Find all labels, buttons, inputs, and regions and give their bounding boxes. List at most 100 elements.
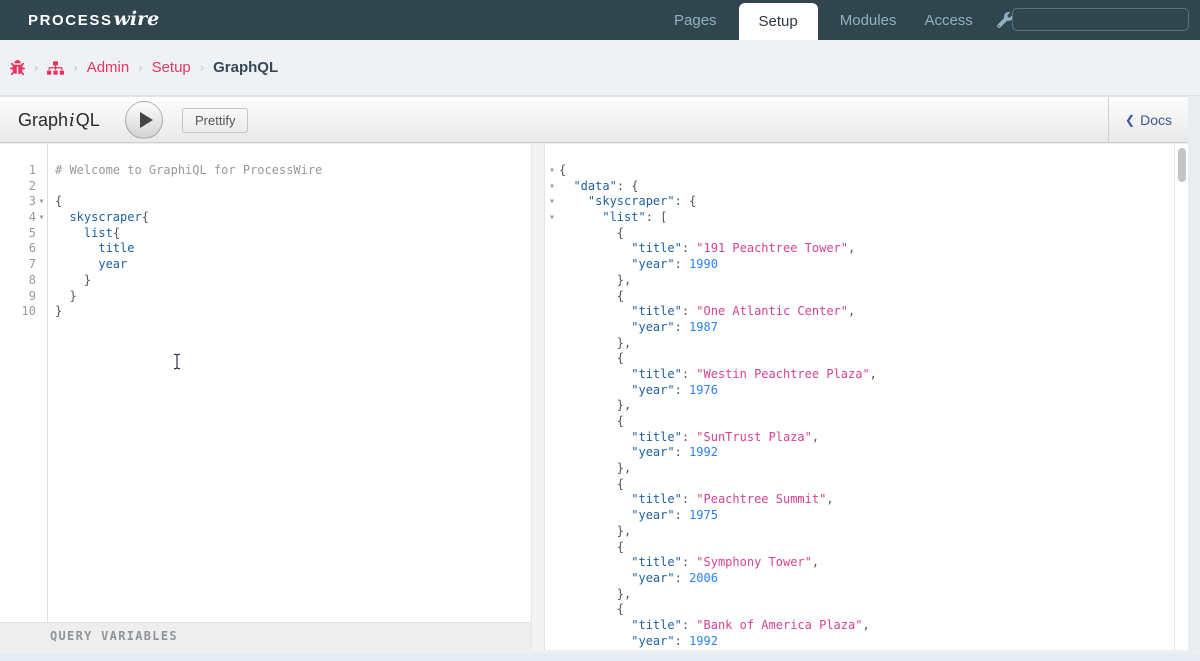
fold-toggle-icon[interactable]: ▾ <box>36 194 47 210</box>
code-line: { <box>559 226 1174 242</box>
fold-toggle-icon[interactable]: ▾ <box>545 179 559 195</box>
code-line: "year": 1992 <box>559 634 1174 650</box>
graphiql-title-post: QL <box>76 110 100 131</box>
nav-item-modules[interactable]: Modules <box>834 12 903 29</box>
line-number: 7 <box>0 257 36 273</box>
result-viewer-gutter: ▾▾▾▾ <box>545 144 559 650</box>
page: PROCESS wire Pages Setup Modules Access … <box>0 0 1200 661</box>
line-number: 10 <box>0 304 36 320</box>
breadcrumb-separator: › <box>200 60 204 75</box>
fold-gutter-spacer <box>545 461 559 477</box>
fold-gutter-spacer <box>545 587 559 603</box>
fold-gutter-spacer <box>36 226 47 242</box>
breadcrumb-link-setup[interactable]: Setup <box>152 59 191 76</box>
graphiql-toolbar: GraphiQL Prettify ❮ Docs <box>0 96 1188 143</box>
code-line: "year": 1976 <box>559 383 1174 399</box>
docs-toggle-button[interactable]: ❮ Docs <box>1108 97 1188 143</box>
nav-item-setup-active[interactable]: Setup <box>739 3 818 40</box>
fold-gutter-spacer <box>545 367 559 383</box>
fold-gutter-spacer <box>545 320 559 336</box>
code-line: "title": "Bank of America Plaza", <box>559 618 1174 634</box>
execute-query-button[interactable] <box>125 101 163 139</box>
graphiql-title-pre: Graph <box>18 110 68 131</box>
fold-toggle-icon[interactable]: ▾ <box>545 194 559 210</box>
line-number: 9 <box>0 289 36 305</box>
nav-item-pages[interactable]: Pages <box>668 12 723 29</box>
page-background-bottom <box>0 650 1200 661</box>
fold-gutter-spacer <box>36 289 47 305</box>
code-line: } <box>55 304 531 320</box>
code-line: { <box>55 194 531 210</box>
code-line: }, <box>559 461 1174 477</box>
breadcrumb-separator: › <box>34 60 38 75</box>
code-line: }, <box>559 336 1174 352</box>
fold-toggle-icon[interactable]: ▾ <box>545 163 559 179</box>
fold-gutter-spacer <box>545 273 559 289</box>
wrench-icon[interactable] <box>997 12 1013 28</box>
code-line: { <box>559 540 1174 556</box>
fold-gutter-spacer <box>36 304 47 320</box>
code-line: "year": 2006 <box>559 571 1174 587</box>
search-box <box>1012 8 1189 31</box>
code-line: "skyscraper": { <box>559 194 1174 210</box>
fold-gutter-spacer <box>545 430 559 446</box>
fold-gutter-spacer <box>36 179 47 195</box>
processwire-logo[interactable]: PROCESS wire <box>28 0 159 40</box>
query-editor: 123▾4▾5678910 # Welcome to GraphiQL for … <box>0 144 531 650</box>
code-line: }, <box>559 587 1174 603</box>
code-line: list{ <box>55 226 531 242</box>
code-line: { <box>559 477 1174 493</box>
code-line: { <box>559 351 1174 367</box>
fold-gutter-spacer <box>545 351 559 367</box>
page-background-right <box>1188 96 1200 650</box>
fold-gutter-spacer <box>36 163 47 179</box>
graphiql-editors: 123▾4▾5678910 # Welcome to GraphiQL for … <box>0 144 1188 650</box>
line-number: 5 <box>0 226 36 242</box>
breadcrumb-separator: › <box>73 60 77 75</box>
sitemap-icon[interactable] <box>47 61 64 75</box>
admin-nav: Pages Setup Modules Access <box>660 0 1023 40</box>
fold-gutter-spacer <box>545 540 559 556</box>
code-line: "year": 1987 <box>559 320 1174 336</box>
code-line: { <box>559 414 1174 430</box>
query-variables-bar[interactable]: QUERY VARIABLES <box>0 622 531 650</box>
fold-gutter-spacer <box>545 634 559 650</box>
result-scrollbar-thumb[interactable] <box>1178 148 1186 182</box>
admin-topbar: PROCESS wire Pages Setup Modules Access <box>0 0 1200 40</box>
query-editor-code[interactable]: # Welcome to GraphiQL for ProcessWire { … <box>55 144 531 650</box>
chevron-left-icon: ❮ <box>1125 113 1135 127</box>
code-line: "list": [ <box>559 210 1174 226</box>
breadcrumb-link-admin[interactable]: Admin <box>87 59 130 76</box>
nav-item-access[interactable]: Access <box>918 12 978 29</box>
code-line: }, <box>559 398 1174 414</box>
code-line: "data": { <box>559 179 1174 195</box>
fold-gutter-spacer <box>545 289 559 305</box>
fold-toggle-icon[interactable]: ▾ <box>36 210 47 226</box>
fold-gutter-spacer <box>36 273 47 289</box>
code-line: { <box>559 163 1174 179</box>
graphiql-title-i: i <box>69 110 75 131</box>
fold-gutter-spacer <box>545 508 559 524</box>
fold-gutter-spacer <box>545 492 559 508</box>
fold-gutter-spacer <box>545 445 559 461</box>
code-line: "title": "Symphony Tower", <box>559 555 1174 571</box>
query-editor-gutter: 123▾4▾5678910 <box>0 144 48 650</box>
code-line: } <box>55 273 531 289</box>
code-line: # Welcome to GraphiQL for ProcessWire <box>55 163 531 179</box>
code-line: skyscraper{ <box>55 210 531 226</box>
breadcrumb-current-graphql: GraphQL <box>213 59 278 76</box>
prettify-button[interactable]: Prettify <box>182 108 248 133</box>
fold-gutter-spacer <box>545 555 559 571</box>
result-viewer-code: { "data": { "skyscraper": { "list": [ { … <box>559 144 1174 650</box>
pane-divider[interactable] <box>531 144 545 650</box>
logo-text-process: PROCESS <box>28 12 113 29</box>
code-line: "title": "Peachtree Summit", <box>559 492 1174 508</box>
code-line: }, <box>559 524 1174 540</box>
fold-toggle-icon[interactable]: ▾ <box>545 210 559 226</box>
docs-label: Docs <box>1140 112 1172 128</box>
text-cursor-pointer <box>172 353 182 375</box>
bug-icon[interactable] <box>10 60 25 75</box>
result-scrollbar[interactable] <box>1174 144 1188 650</box>
search-input[interactable] <box>1013 9 1200 30</box>
fold-gutter-spacer <box>545 383 559 399</box>
